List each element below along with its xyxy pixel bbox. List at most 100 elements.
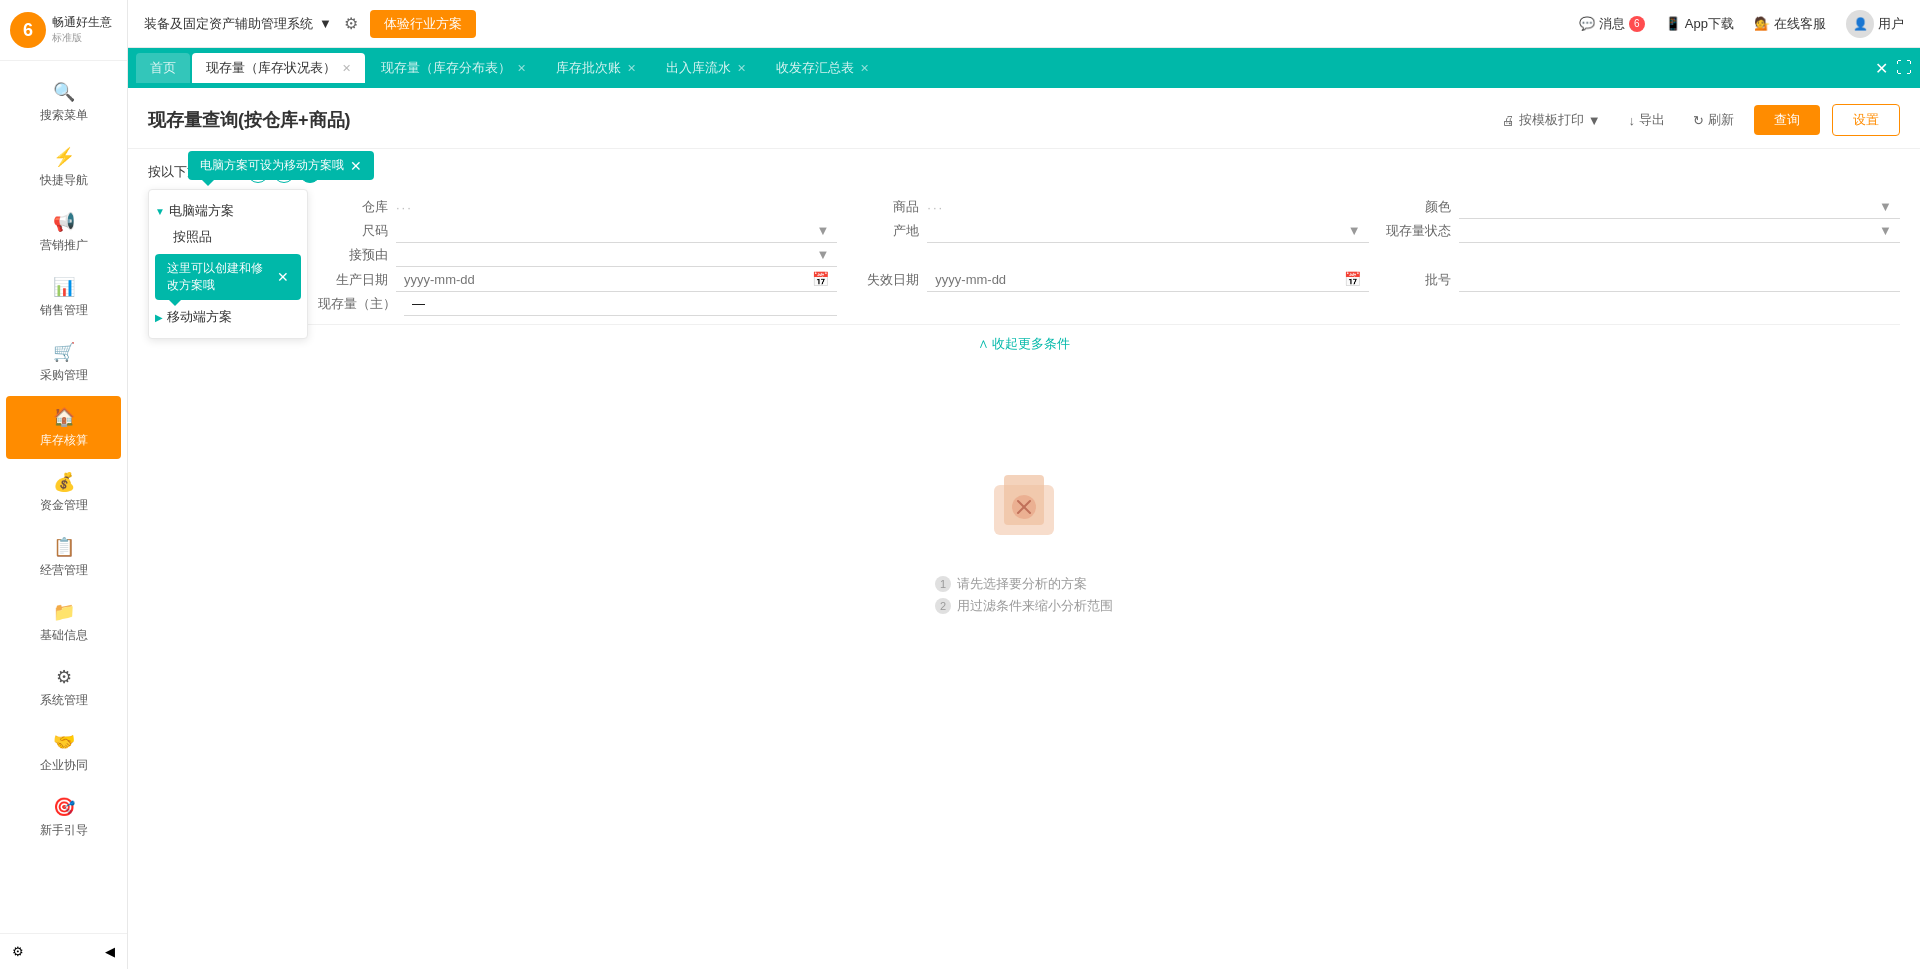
tab-inventory-dist-close[interactable]: ✕: [517, 62, 526, 75]
tab-batch-close[interactable]: ✕: [627, 62, 636, 75]
money-icon: 💰: [53, 471, 75, 493]
message-icon: 💬: [1579, 16, 1595, 31]
sidebar-item-enterprise[interactable]: 🤝 企业协同: [6, 721, 121, 784]
refresh-label: 刷新: [1708, 111, 1734, 129]
filter-row-1: 仓库 ··· 商品 ··· 颜色 ▼: [318, 195, 1900, 219]
tab-home-label: 首页: [150, 59, 176, 77]
origin-label: 产地: [849, 222, 919, 240]
sidebar-item-sales[interactable]: 📊 销售管理: [6, 266, 121, 329]
sidebar-item-inventory-label: 库存核算: [40, 432, 88, 449]
collapse-bar[interactable]: ∧ 收起更多条件: [148, 324, 1900, 363]
batch-no-label: 批号: [1381, 271, 1451, 289]
filter-row-5: 现存量（主）: [318, 292, 1900, 316]
support-button[interactable]: 💁 在线客服: [1754, 15, 1826, 33]
sidebar-item-operation[interactable]: 📋 经营管理: [6, 526, 121, 589]
scheme-panel: ▼ 电脑端方案 按照品 这里可以创建和修改方案哦 ✕ ▶: [148, 189, 308, 339]
source-label: 接预由: [318, 246, 388, 264]
calendar-icon-2: 📅: [1344, 271, 1361, 287]
tab-inout-flow-close[interactable]: ✕: [737, 62, 746, 75]
target-icon: 🎯: [53, 796, 75, 818]
color-dropdown-icon: ▼: [1879, 199, 1892, 214]
sidebar-item-basic-label: 基础信息: [40, 627, 88, 644]
tooltip2-content: 这里可以创建和修改方案哦 ✕: [155, 254, 301, 300]
user-menu[interactable]: 👤 用户: [1846, 10, 1904, 38]
app-download-button[interactable]: 📱 App下载: [1665, 15, 1734, 33]
app-label: App下载: [1685, 15, 1734, 33]
sidebar-footer: ⚙ ◀: [0, 933, 127, 969]
refresh-button[interactable]: ↻ 刷新: [1685, 107, 1742, 133]
produce-date-label: 生产日期: [318, 271, 388, 289]
size-select[interactable]: ▼: [396, 219, 837, 243]
reset-button[interactable]: 设置: [1832, 104, 1900, 136]
sidebar-item-purchase[interactable]: 🛒 采购管理: [6, 331, 121, 394]
expire-date-field[interactable]: [935, 272, 1339, 287]
expire-date-input[interactable]: 📅: [927, 267, 1368, 292]
print-label: 按模板打印: [1519, 111, 1584, 129]
tab-batch[interactable]: 库存批次账 ✕: [542, 53, 650, 83]
sidebar-collapse-icon[interactable]: ◀: [105, 944, 115, 959]
tooltip1-text: 电脑方案可设为移动方案哦: [200, 157, 344, 174]
print-button[interactable]: 🖨 按模板打印 ▼: [1494, 107, 1609, 133]
source-select[interactable]: ▼: [396, 243, 837, 267]
field-expire-date: 失效日期 📅: [849, 267, 1368, 292]
field-warehouse: 仓库 ···: [318, 198, 837, 216]
empty-svg: [974, 455, 1074, 555]
produce-date-input[interactable]: 📅: [396, 267, 837, 292]
warehouse-label: 仓库: [318, 198, 388, 216]
empty-step-1-text: 请先选择要分析的方案: [957, 575, 1087, 593]
settings-icon[interactable]: ⚙: [344, 14, 358, 33]
tooltip1-close[interactable]: ✕: [350, 158, 362, 174]
sidebar-item-finance[interactable]: 💰 资金管理: [6, 461, 121, 524]
sidebar-item-guide[interactable]: 🎯 新手引导: [6, 786, 121, 849]
field-produce-date: 生产日期 📅: [318, 267, 837, 292]
sidebar-item-search[interactable]: 🔍 搜索菜单: [6, 71, 121, 134]
mobile-scheme-arrow: ▶: [155, 312, 163, 323]
tab-receive-send-close[interactable]: ✕: [860, 62, 869, 75]
folder-icon: 📁: [53, 601, 75, 623]
user-label: 用户: [1878, 15, 1904, 33]
inventory-status-select[interactable]: ▼: [1459, 219, 1900, 243]
fullscreen-icon[interactable]: ⛶: [1896, 59, 1912, 78]
tab-bar-actions: ✕ ⛶: [1875, 59, 1912, 78]
try-industry-button[interactable]: 体验行业方案: [370, 10, 476, 38]
page-title: 现存量查询(按仓库+商品): [148, 108, 351, 132]
export-button[interactable]: ↓ 导出: [1621, 107, 1674, 133]
tab-home[interactable]: 首页: [136, 53, 190, 83]
tooltip1: 电脑方案可设为移动方案哦 ✕: [188, 151, 374, 180]
tab-inventory-status-close[interactable]: ✕: [342, 62, 351, 75]
sidebar-item-quick-nav[interactable]: ⚡ 快捷导航: [6, 136, 121, 199]
sidebar-item-marketing[interactable]: 📢 营销推广: [6, 201, 121, 264]
scheme-item-mobile[interactable]: ▶ 移动端方案: [149, 304, 307, 330]
scheme-item-by-product[interactable]: 按照品: [149, 224, 307, 250]
sidebar-item-inventory[interactable]: 🏠 库存核算: [6, 396, 121, 459]
origin-select[interactable]: ▼: [927, 219, 1368, 243]
search-icon: 🔍: [53, 81, 75, 103]
batch-no-input[interactable]: [1459, 268, 1900, 292]
chart-icon: 📊: [53, 276, 75, 298]
tab-inventory-dist[interactable]: 现存量（库存分布表） ✕: [367, 53, 540, 83]
sidebar-item-system[interactable]: ⚙ 系统管理: [6, 656, 121, 719]
query-button[interactable]: 查询: [1754, 105, 1820, 135]
product-input[interactable]: ···: [927, 200, 944, 215]
color-select[interactable]: ▼: [1459, 195, 1900, 219]
field-batch-no: 批号: [1381, 268, 1900, 292]
produce-date-field[interactable]: [404, 272, 808, 287]
tab-receive-send[interactable]: 收发存汇总表 ✕: [762, 53, 883, 83]
sidebar-settings-icon[interactable]: ⚙: [12, 944, 24, 959]
scheme-item-pc[interactable]: ▼ 电脑端方案: [149, 198, 307, 224]
message-badge: 6: [1629, 16, 1645, 32]
filter-row-2: 尺码 ▼ 产地 ▼: [318, 219, 1900, 243]
collapse-icon: ∧: [978, 336, 989, 351]
sidebar-item-basic[interactable]: 📁 基础信息: [6, 591, 121, 654]
message-button[interactable]: 💬 消息 6: [1579, 15, 1645, 33]
warehouse-input[interactable]: ···: [396, 200, 413, 215]
close-all-tabs-icon[interactable]: ✕: [1875, 59, 1888, 78]
header-right: 💬 消息 6 📱 App下载 💁 在线客服 👤 用户: [1579, 10, 1904, 38]
sidebar-item-quick-nav-label: 快捷导航: [40, 172, 88, 189]
inventory-qty-input[interactable]: [404, 292, 837, 316]
clipboard-icon: 📋: [53, 536, 75, 558]
field-product: 商品 ···: [849, 198, 1368, 216]
tab-inventory-status[interactable]: 现存量（库存状况表） ✕: [192, 53, 365, 83]
tab-inout-flow[interactable]: 出入库流水 ✕: [652, 53, 760, 83]
tooltip2-close[interactable]: ✕: [277, 269, 289, 285]
